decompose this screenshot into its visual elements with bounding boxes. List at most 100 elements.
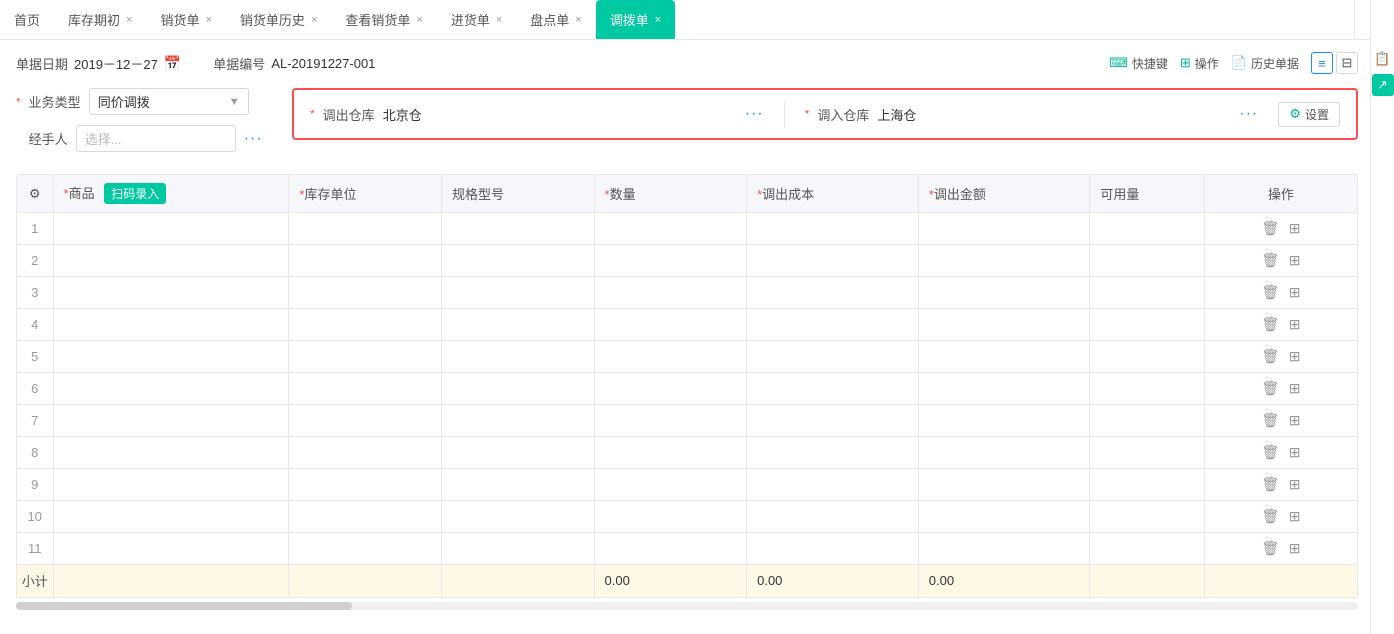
row-product[interactable] — [53, 405, 289, 437]
row-cost[interactable] — [747, 277, 919, 309]
copy-icon[interactable]: ⊞ — [1289, 476, 1301, 492]
row-product[interactable] — [53, 213, 289, 245]
tab-inventory-init-close[interactable]: × — [126, 14, 132, 26]
layout-grid-icon[interactable]: ⊟ — [1336, 52, 1358, 74]
row-cost[interactable] — [747, 213, 919, 245]
row-qty[interactable] — [594, 245, 747, 277]
row-amount[interactable] — [918, 437, 1090, 469]
row-qty[interactable] — [594, 373, 747, 405]
copy-icon[interactable]: ⊞ — [1289, 316, 1301, 332]
row-qty[interactable] — [594, 277, 747, 309]
row-unit[interactable] — [289, 437, 442, 469]
row-product[interactable] — [53, 277, 289, 309]
copy-icon[interactable]: ⊞ — [1289, 540, 1301, 556]
sidebar-export-icon[interactable]: ↗ — [1372, 74, 1394, 96]
target-warehouse-value[interactable]: 上海仓 — [877, 105, 916, 124]
tab-purchase[interactable]: 进货单 × — [437, 0, 516, 40]
delete-icon[interactable]: 🗑 — [1261, 540, 1279, 556]
row-unit[interactable] — [289, 341, 442, 373]
row-spec[interactable] — [441, 213, 594, 245]
row-qty[interactable] — [594, 437, 747, 469]
date-value[interactable]: 2019－12－27 — [74, 54, 158, 73]
layout-list-icon[interactable]: ≡ — [1311, 52, 1333, 74]
col-gear[interactable]: ⚙ — [17, 175, 53, 213]
scrollbar-thumb[interactable] — [16, 602, 352, 610]
delete-icon[interactable]: 🗑 — [1261, 476, 1279, 492]
tab-sales-history[interactable]: 销货单历史 × — [226, 0, 331, 40]
delete-icon[interactable]: 🗑 — [1261, 380, 1279, 396]
row-amount[interactable] — [918, 533, 1090, 565]
tab-stocktake[interactable]: 盘点单 × — [516, 0, 595, 40]
row-amount[interactable] — [918, 213, 1090, 245]
row-spec[interactable] — [441, 277, 594, 309]
history-button[interactable]: 📄 历史单据 — [1231, 55, 1299, 72]
copy-icon[interactable]: ⊞ — [1289, 444, 1301, 460]
delete-icon[interactable]: 🗑 — [1261, 508, 1279, 524]
row-product[interactable] — [53, 501, 289, 533]
copy-icon[interactable]: ⊞ — [1289, 284, 1301, 300]
row-cost[interactable] — [747, 309, 919, 341]
business-type-select[interactable]: 同价调拨 ▼ — [89, 88, 249, 115]
row-qty[interactable] — [594, 213, 747, 245]
row-spec[interactable] — [441, 309, 594, 341]
row-amount[interactable] — [918, 277, 1090, 309]
row-unit[interactable] — [289, 469, 442, 501]
tab-purchase-close[interactable]: × — [496, 14, 502, 26]
row-qty[interactable] — [594, 309, 747, 341]
scrollbar[interactable] — [16, 602, 1358, 610]
source-warehouse-value[interactable]: 北京仓 — [383, 105, 422, 124]
calendar-icon[interactable]: 📅 — [164, 55, 181, 72]
row-amount[interactable] — [918, 469, 1090, 501]
row-product[interactable] — [53, 341, 289, 373]
operation-button[interactable]: ⊞ 操作 — [1180, 55, 1219, 72]
tab-view-sales-close[interactable]: × — [416, 14, 422, 26]
copy-icon[interactable]: ⊞ — [1289, 348, 1301, 364]
delete-icon[interactable]: 🗑 — [1261, 444, 1279, 460]
row-amount[interactable] — [918, 405, 1090, 437]
row-amount[interactable] — [918, 245, 1090, 277]
tab-inventory-init[interactable]: 库存期初 × — [54, 0, 146, 40]
row-spec[interactable] — [441, 245, 594, 277]
row-spec[interactable] — [441, 533, 594, 565]
row-amount[interactable] — [918, 309, 1090, 341]
row-amount[interactable] — [918, 373, 1090, 405]
row-cost[interactable] — [747, 245, 919, 277]
source-warehouse-dots[interactable]: ··· — [745, 105, 764, 123]
row-cost[interactable] — [747, 405, 919, 437]
delete-icon[interactable]: 🗑 — [1261, 284, 1279, 300]
row-unit[interactable] — [289, 309, 442, 341]
operator-select[interactable]: 选择... — [76, 125, 236, 152]
tab-transfer-close[interactable]: × — [655, 14, 661, 26]
copy-icon[interactable]: ⊞ — [1289, 412, 1301, 428]
scan-input-button[interactable]: 扫码录入 — [104, 183, 166, 204]
settings-button[interactable]: ⚙ 设置 — [1278, 102, 1340, 127]
copy-icon[interactable]: ⊞ — [1289, 220, 1301, 236]
row-amount[interactable] — [918, 501, 1090, 533]
row-qty[interactable] — [594, 405, 747, 437]
tab-stocktake-close[interactable]: × — [575, 14, 581, 26]
row-qty[interactable] — [594, 469, 747, 501]
tab-view-sales[interactable]: 查看销货单 × — [331, 0, 436, 40]
tab-sales-history-close[interactable]: × — [311, 14, 317, 26]
delete-icon[interactable]: 🗑 — [1261, 252, 1279, 268]
row-spec[interactable] — [441, 341, 594, 373]
shortcut-button[interactable]: ⌨ 快捷键 — [1109, 55, 1168, 72]
operator-dots[interactable]: ··· — [244, 130, 263, 148]
row-qty[interactable] — [594, 533, 747, 565]
tab-sales[interactable]: 销货单 × — [146, 0, 225, 40]
tab-sales-close[interactable]: × — [205, 14, 211, 26]
row-product[interactable] — [53, 437, 289, 469]
row-cost[interactable] — [747, 341, 919, 373]
copy-icon[interactable]: ⊞ — [1289, 380, 1301, 396]
row-unit[interactable] — [289, 533, 442, 565]
row-cost[interactable] — [747, 373, 919, 405]
row-spec[interactable] — [441, 469, 594, 501]
delete-icon[interactable]: 🗑 — [1261, 348, 1279, 364]
row-product[interactable] — [53, 533, 289, 565]
target-warehouse-dots[interactable]: ··· — [1239, 105, 1258, 123]
delete-icon[interactable]: 🗑 — [1261, 316, 1279, 332]
row-unit[interactable] — [289, 245, 442, 277]
row-product[interactable] — [53, 373, 289, 405]
row-spec[interactable] — [441, 373, 594, 405]
row-spec[interactable] — [441, 437, 594, 469]
